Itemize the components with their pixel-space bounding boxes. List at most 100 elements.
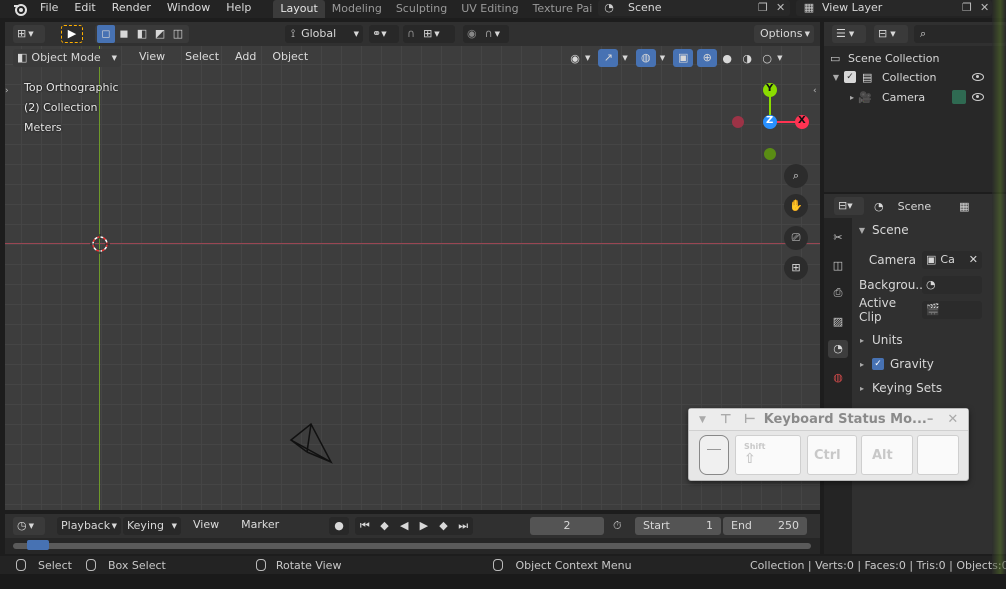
blender-logo-icon[interactable] <box>8 0 32 18</box>
ksm-titlebar[interactable]: ▼ ⊤ ⊢ Keyboard Status Mo... – ✕ <box>689 409 968 431</box>
stopwatch-icon[interactable]: ⏱ <box>613 519 622 533</box>
menu-file[interactable]: File <box>32 1 66 17</box>
close-scene-icon[interactable]: ✕ <box>776 0 790 17</box>
view-layer-selector[interactable]: ▦ View Layer ❐ ✕ <box>796 0 992 16</box>
copy-scene-icon[interactable]: ❐ <box>758 0 776 17</box>
select-tool-button[interactable]: ▶ <box>61 25 83 43</box>
material-shading-icon[interactable]: ◑ <box>737 49 757 67</box>
scene-panel-header[interactable]: ▼ Scene <box>856 222 986 238</box>
perspective-toggle-icon[interactable]: ⊞ <box>784 256 808 280</box>
select-new-icon[interactable]: ◻ <box>97 25 115 43</box>
overlay-toggle-icon[interactable]: ◍ <box>636 49 656 67</box>
clear-field-icon[interactable]: ✕ <box>969 251 978 269</box>
ksm-minimize-icon[interactable]: – <box>927 412 934 427</box>
world-tab-icon[interactable]: ◍ <box>828 368 848 386</box>
gravity-section[interactable]: ▸ ✓ Gravity <box>856 356 986 372</box>
zoom-icon[interactable]: ⌕ <box>784 164 808 188</box>
properties-editor-type-button[interactable]: ⊟▼ <box>834 197 864 215</box>
scene-properties-tab-icon[interactable]: ◔ <box>828 340 848 358</box>
gizmo-toggle-icon[interactable]: ↗ <box>598 49 618 67</box>
camera-view-icon[interactable]: ⎚ <box>784 226 808 250</box>
jump-end-icon[interactable]: ⏭ <box>453 517 473 535</box>
collection-visibility-eye-icon[interactable] <box>972 73 984 81</box>
select-invert-icon[interactable]: ◩ <box>151 25 169 43</box>
timeline-menu-view[interactable]: View <box>185 518 227 534</box>
gravity-checkbox[interactable]: ✓ <box>872 358 884 370</box>
expand-triangle-icon[interactable]: ▼ <box>830 73 842 82</box>
ksm-menu-icon[interactable]: ▼ <box>699 415 706 425</box>
select-intersect-icon[interactable]: ◫ <box>169 25 187 43</box>
current-frame-field[interactable]: 2 <box>530 517 604 535</box>
keying-menu[interactable]: Keying▼ <box>123 517 181 535</box>
xray-toggle-icon[interactable]: ▣ <box>673 49 693 67</box>
view-layer-tab-icon[interactable]: ▨ <box>828 312 848 330</box>
viewport-menu-view[interactable]: View <box>131 50 173 66</box>
snap-increment-icon[interactable]: ⊞ <box>423 25 432 43</box>
camera-data-icon[interactable] <box>952 90 966 104</box>
viewport-menu-add[interactable]: Add <box>227 50 264 66</box>
camera-property-field[interactable]: ▣ Ca ✕ <box>922 251 982 269</box>
display-mode-button[interactable]: ⊟▼ <box>874 25 908 43</box>
tab-uv-editing[interactable]: UV Editing <box>454 0 525 18</box>
tab-sculpting[interactable]: Sculpting <box>389 0 454 18</box>
playback-menu[interactable]: Playback▼ <box>57 517 121 535</box>
ksm-stick-icon[interactable]: ⊢ <box>744 412 756 427</box>
menu-help[interactable]: Help <box>218 1 259 17</box>
outliner-row-collection[interactable]: ▼ ✓ ▤ Collection <box>830 69 1000 85</box>
editor-type-button[interactable]: ⊞▼ <box>13 25 45 43</box>
end-frame-field[interactable]: End 250 <box>723 517 807 535</box>
viewport-menu-select[interactable]: Select <box>177 50 227 66</box>
units-section[interactable]: ▸ Units <box>856 332 986 348</box>
proportional-edit-icon[interactable]: ◉ <box>467 25 477 43</box>
timeline-body[interactable] <box>5 538 820 554</box>
scene-selector[interactable]: ◔ Scene ❐ ✕ <box>598 0 790 16</box>
keying-sets-section[interactable]: ▸ Keying Sets <box>856 380 986 396</box>
toolbar-toggle-icon[interactable]: › <box>5 86 9 96</box>
visibility-icon[interactable]: ◉ <box>565 49 585 67</box>
3d-cursor-icon[interactable] <box>90 234 110 254</box>
ksm-close-icon[interactable]: ✕ <box>947 412 958 427</box>
pan-hand-icon[interactable]: ✋ <box>784 194 808 218</box>
transform-orientation-dropdown[interactable]: ⟟ Global ▼ <box>285 25 363 43</box>
rendered-shading-icon[interactable]: ○ <box>757 49 777 67</box>
timeline-scrollbar[interactable] <box>13 543 811 549</box>
menu-window[interactable]: Window <box>159 1 218 17</box>
render-tab-icon[interactable]: ◫ <box>828 256 848 274</box>
viewport-menu-object[interactable]: Object <box>264 50 316 66</box>
start-frame-field[interactable]: Start 1 <box>635 517 721 535</box>
play-icon[interactable]: ▶ <box>414 517 434 535</box>
tab-modeling[interactable]: Modeling <box>325 0 389 18</box>
tool-tab-icon[interactable]: ✂ <box>828 228 848 246</box>
falloff-curve-icon[interactable]: ∩ <box>485 25 493 43</box>
camera-object-icon[interactable] <box>289 420 337 464</box>
select-subtract-icon[interactable]: ◧ <box>133 25 151 43</box>
keyboard-status-monitor-window[interactable]: ▼ ⊤ ⊢ Keyboard Status Mo... – ✕ Shift ⇧ … <box>688 408 969 481</box>
outliner-row-camera[interactable]: ▸ 🎥 Camera <box>846 89 1000 105</box>
collection-exclude-checkbox[interactable]: ✓ <box>844 71 856 83</box>
prev-keyframe-icon[interactable]: ◆ <box>375 517 395 535</box>
close-view-layer-icon[interactable]: ✕ <box>980 0 992 17</box>
ksm-pin-icon[interactable]: ⊤ <box>720 412 732 427</box>
expand-triangle-icon[interactable]: ▸ <box>846 93 858 102</box>
camera-visibility-eye-icon[interactable] <box>972 93 984 101</box>
background-property-field[interactable]: ◔ <box>922 276 982 294</box>
options-dropdown[interactable]: Options ▼ <box>754 25 814 43</box>
outliner-row-scene-collection[interactable]: ▭ Scene Collection <box>830 50 1000 66</box>
object-mode-dropdown[interactable]: ◧ Object Mode ▼ <box>13 49 121 67</box>
tab-layout[interactable]: Layout <box>273 0 324 18</box>
copy-view-layer-icon[interactable]: ❐ <box>962 0 980 17</box>
tab-texture-paint[interactable]: Texture Paint <box>526 0 592 18</box>
output-tab-icon[interactable]: ⎙ <box>828 284 848 302</box>
pivot-point-dropdown[interactable]: ⚭▼ <box>369 25 399 43</box>
active-clip-property-field[interactable]: 🎬 <box>922 301 982 319</box>
playhead-marker[interactable] <box>27 540 49 550</box>
menu-render[interactable]: Render <box>104 1 159 17</box>
navigation-gizmo[interactable]: Y X Z <box>728 80 814 166</box>
play-reverse-icon[interactable]: ◀ <box>394 517 414 535</box>
solid-shading-icon[interactable]: ● <box>717 49 737 67</box>
magnet-icon[interactable]: ∩ <box>407 25 415 43</box>
select-extend-icon[interactable]: ◼ <box>115 25 133 43</box>
menu-edit[interactable]: Edit <box>66 1 103 17</box>
wireframe-shading-icon[interactable]: ⊕ <box>697 49 717 67</box>
record-button[interactable]: ● <box>329 517 349 535</box>
